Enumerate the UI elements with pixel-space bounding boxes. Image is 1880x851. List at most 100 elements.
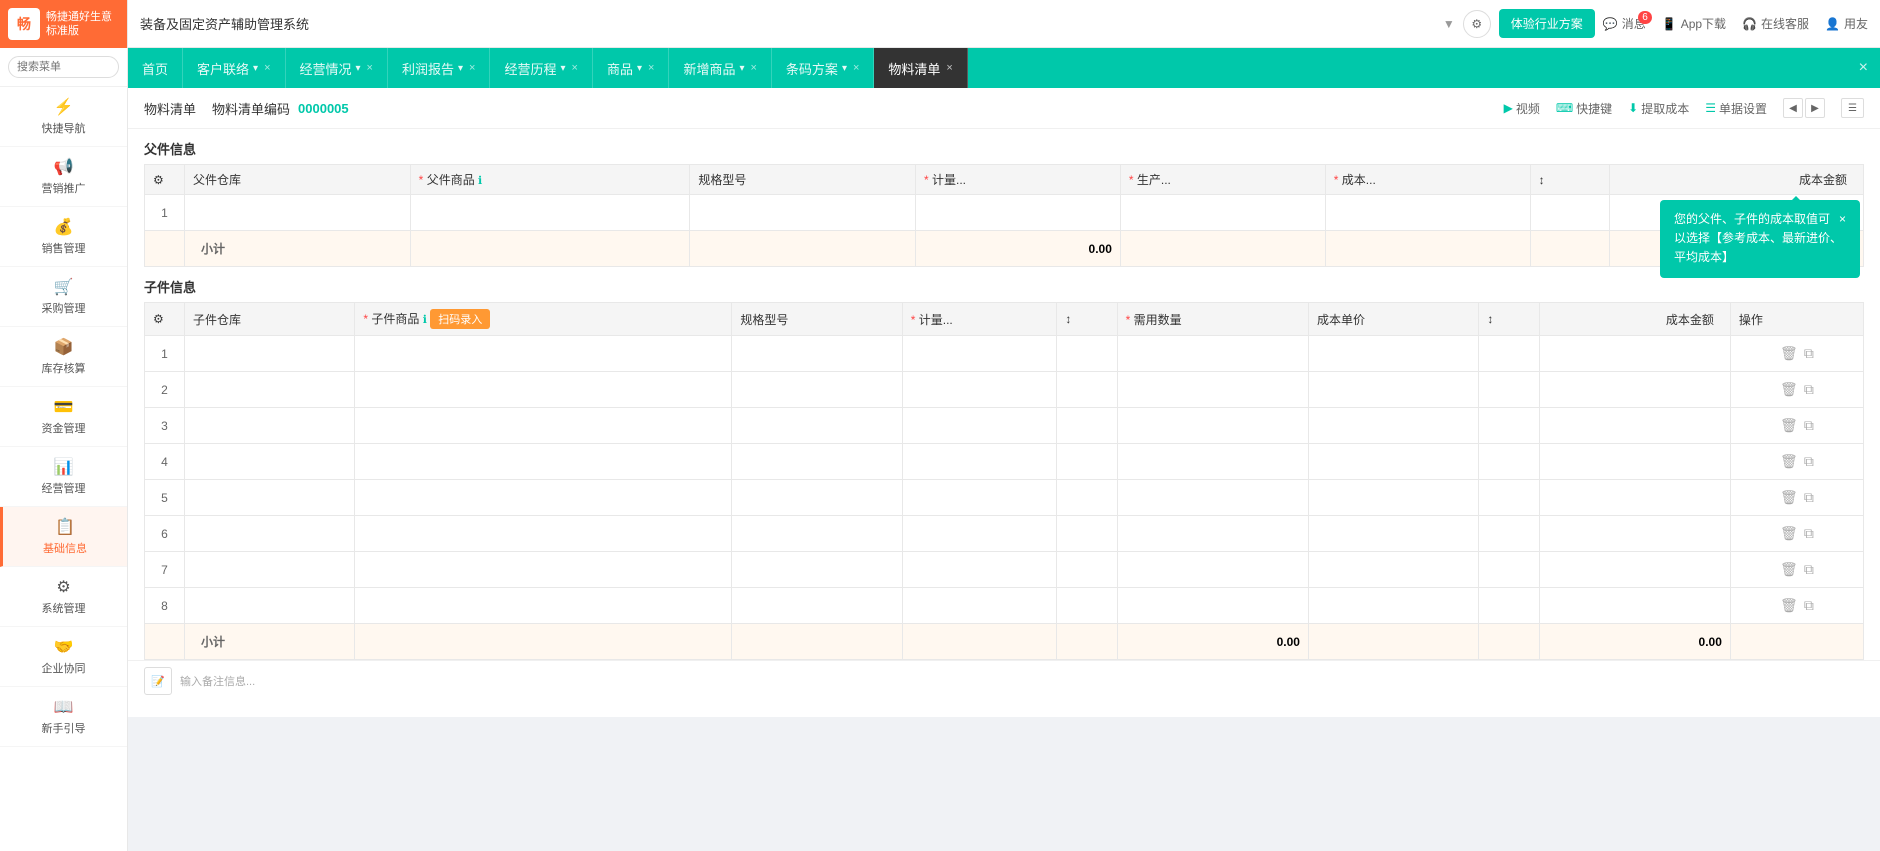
copy-icon[interactable]: ⧉ [1804,597,1814,614]
system-title-dropdown[interactable]: ▼ [1443,17,1455,31]
child-sort2-cell[interactable] [1479,480,1539,516]
parent-warehouse-cell[interactable] [185,195,411,231]
sidebar-item-system[interactable]: ⚙ 系统管理 [0,567,127,627]
tab-newgoods[interactable]: 新增商品 ▾ × [669,48,771,88]
child-unit-cell[interactable] [902,588,1057,624]
child-sort2-cell[interactable] [1479,552,1539,588]
view-tool[interactable]: ▶ 视频 [1504,100,1540,117]
close-tab-barcode[interactable]: × [853,62,859,74]
child-warehouse-cell[interactable] [185,480,355,516]
child-unit-cell[interactable] [902,516,1057,552]
child-sort1-cell[interactable] [1057,516,1117,552]
child-needed-cell[interactable] [1117,516,1308,552]
tab-profit[interactable]: 利润报告 ▾ × [388,48,490,88]
delete-icon[interactable]: 🗑 [1780,597,1798,614]
sidebar-item-guide[interactable]: 📖 新手引导 [0,687,127,747]
child-warehouse-cell[interactable] [185,336,355,372]
tab-operations[interactable]: 经营情况 ▾ × [286,48,388,88]
child-warehouse-cell[interactable] [185,372,355,408]
close-tab-bom[interactable]: × [946,62,952,74]
copy-icon[interactable]: ⧉ [1804,381,1814,398]
child-goods-cell[interactable] [355,372,732,408]
sidebar-item-business[interactable]: 📊 经营管理 [0,447,127,507]
tab-barcode[interactable]: 条码方案 ▾ × [772,48,874,88]
sidebar-item-basic[interactable]: 📋 基础信息 [0,507,127,567]
close-tab-goods[interactable]: × [648,62,654,74]
child-unitprice-cell[interactable] [1308,336,1478,372]
sidebar-item-sales[interactable]: 💰 销售管理 [0,207,127,267]
sidebar-item-purchase[interactable]: 🛒 采购管理 [0,267,127,327]
try-button[interactable]: 体验行业方案 [1499,9,1595,38]
child-unit-cell[interactable] [902,372,1057,408]
sidebar-item-collab[interactable]: 🤝 企业协同 [0,627,127,687]
prev-arrow[interactable]: ◀ [1783,98,1803,118]
app-download-item[interactable]: 📱 App下载 [1662,15,1726,32]
child-sort1-cell[interactable] [1057,336,1117,372]
child-unit-cell[interactable] [902,444,1057,480]
child-sort2-cell[interactable] [1479,372,1539,408]
parent-sort-cell[interactable] [1530,195,1610,231]
parent-goods-info-icon[interactable]: ℹ [478,175,482,187]
grid-view-btn[interactable]: ☰ [1841,98,1864,118]
child-unit-cell[interactable] [902,552,1057,588]
child-unitprice-cell[interactable] [1308,516,1478,552]
child-spec-cell[interactable] [732,588,902,624]
child-unitprice-cell[interactable] [1308,408,1478,444]
child-needed-cell[interactable] [1117,336,1308,372]
child-unit-cell[interactable] [902,480,1057,516]
sidebar-item-quicknav[interactable]: ⚡ 快捷导航 [0,87,127,147]
close-tab-customer[interactable]: × [264,62,270,74]
parent-cost-cell[interactable] [1325,195,1530,231]
child-spec-cell[interactable] [732,552,902,588]
child-sort2-cell[interactable] [1479,516,1539,552]
gear-button[interactable]: ⚙ [1463,10,1491,38]
child-unit-cell[interactable] [902,336,1057,372]
child-spec-cell[interactable] [732,516,902,552]
child-sort1-cell[interactable] [1057,552,1117,588]
child-goods-cell[interactable] [355,480,732,516]
child-spec-cell[interactable] [732,408,902,444]
copy-icon[interactable]: ⧉ [1804,417,1814,434]
copy-icon[interactable]: ⧉ [1804,525,1814,542]
user-item[interactable]: 👤 用友 [1825,15,1868,32]
child-goods-cell[interactable] [355,552,732,588]
tab-bom[interactable]: 物料清单 × [874,48,967,88]
child-warehouse-cell[interactable] [185,588,355,624]
child-goods-cell[interactable] [355,408,732,444]
child-sort2-cell[interactable] [1479,588,1539,624]
tooltip-close-button[interactable]: × [1839,210,1846,229]
child-unitprice-cell[interactable] [1308,588,1478,624]
child-unitprice-cell[interactable] [1308,552,1478,588]
parent-goods-cell[interactable] [410,195,690,231]
parent-spec-cell[interactable] [690,195,916,231]
delete-icon[interactable]: 🗑 [1780,525,1798,542]
child-goods-cell[interactable] [355,516,732,552]
parent-unit-cell[interactable] [915,195,1120,231]
child-goods-cell[interactable] [355,336,732,372]
child-warehouse-cell[interactable] [185,516,355,552]
sidebar-item-inventory[interactable]: 📦 库存核算 [0,327,127,387]
delete-icon[interactable]: 🗑 [1780,417,1798,434]
child-needed-cell[interactable] [1117,444,1308,480]
child-spec-cell[interactable] [732,444,902,480]
close-all-tabs[interactable]: × [1847,59,1880,77]
child-needed-cell[interactable] [1117,588,1308,624]
shortcut-tool[interactable]: ⌨ 快捷键 [1556,100,1612,117]
child-sort1-cell[interactable] [1057,480,1117,516]
child-goods-cell[interactable] [355,588,732,624]
single-settings-tool[interactable]: ☰ 单据设置 [1705,100,1767,117]
child-unit-cell[interactable] [902,408,1057,444]
delete-icon[interactable]: 🗑 [1780,489,1798,506]
child-sort1-cell[interactable] [1057,408,1117,444]
child-unitprice-cell[interactable] [1308,480,1478,516]
parent-produce-cell[interactable] [1120,195,1325,231]
child-needed-cell[interactable] [1117,552,1308,588]
child-sort2-cell[interactable] [1479,408,1539,444]
delete-icon[interactable]: 🗑 [1780,561,1798,578]
child-unitprice-cell[interactable] [1308,444,1478,480]
sidebar-item-marketing[interactable]: 📢 营销推广 [0,147,127,207]
scan-button[interactable]: 扫码录入 [430,309,490,329]
delete-icon[interactable]: 🗑 [1780,453,1798,470]
child-goods-cell[interactable] [355,444,732,480]
child-spec-cell[interactable] [732,336,902,372]
